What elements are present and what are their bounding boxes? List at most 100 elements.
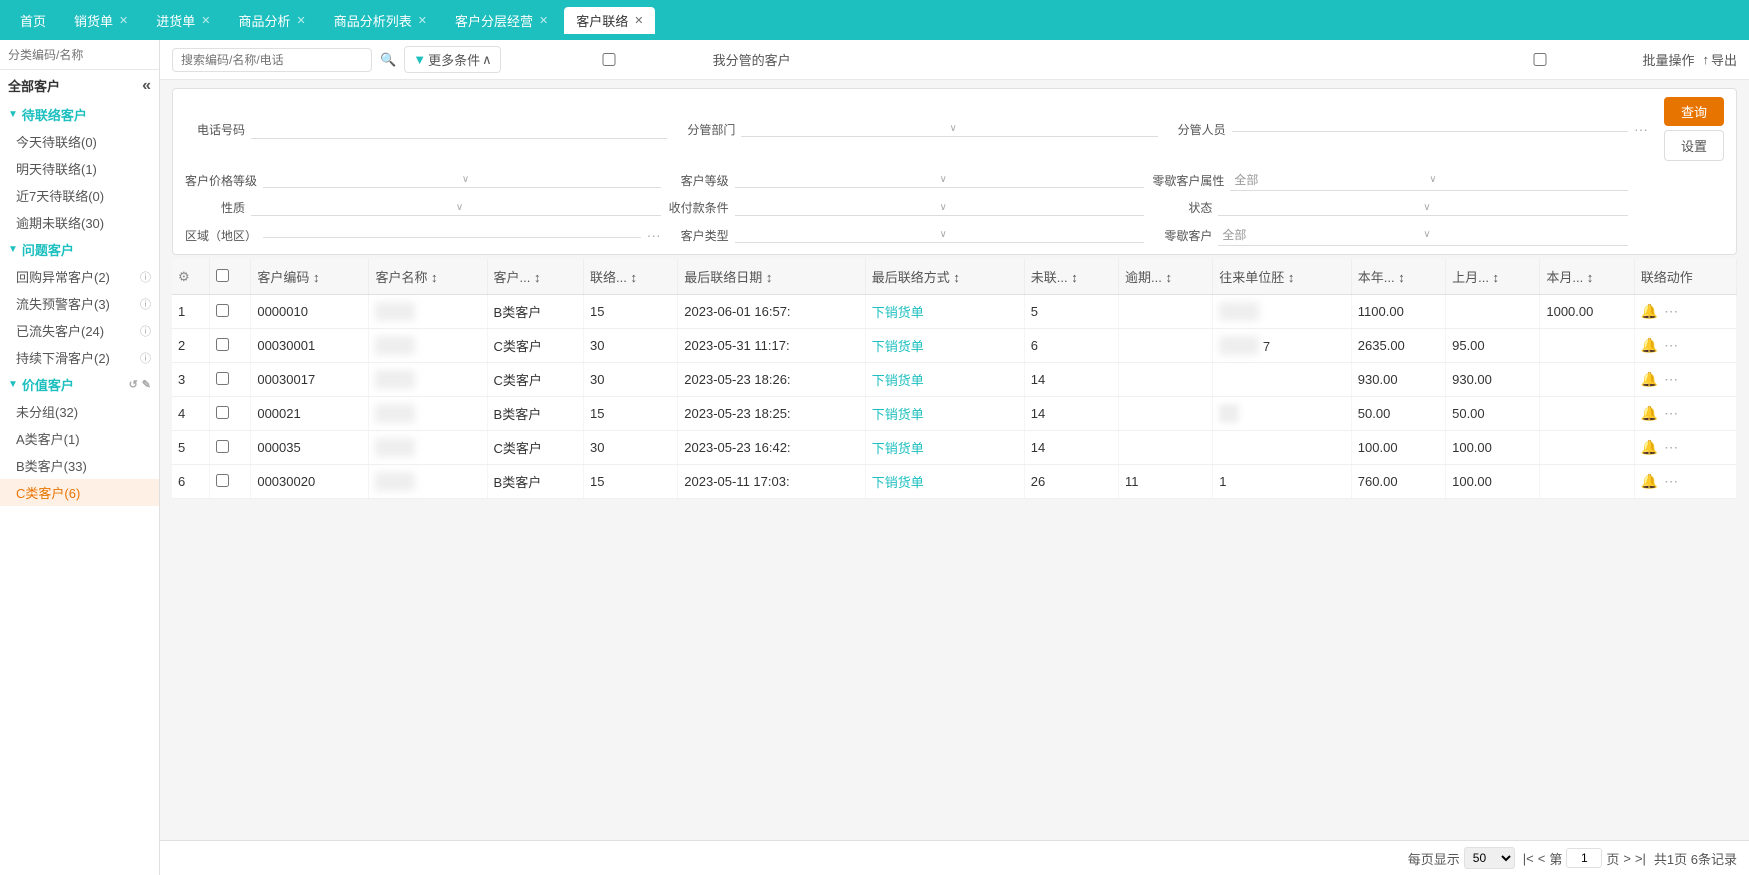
search-button[interactable]: 🔍 [380, 52, 396, 68]
contact-type-link[interactable]: 下销货单 [872, 441, 924, 456]
td-not-contact: 5 [1024, 295, 1118, 329]
sidebar-collapse-icon[interactable]: « [142, 77, 151, 95]
refresh-icon[interactable]: ↺ [129, 378, 138, 391]
nav-product-analysis-list[interactable]: 商品分析列表 ✕ [322, 7, 439, 34]
td-checkbox[interactable] [210, 295, 251, 329]
td-checkbox[interactable] [210, 397, 251, 431]
td-checkbox[interactable] [210, 363, 251, 397]
nav-close-product-analysis-list[interactable]: ✕ [418, 14, 427, 27]
sidebar-item-warning[interactable]: 流失预警客户(3) ⓘ [0, 290, 159, 317]
filter-retail-customer-label: 零歇客户 [1152, 227, 1212, 244]
contact-icon[interactable]: 🔔 [1641, 473, 1658, 490]
more-action-icon[interactable]: ⋯ [1664, 439, 1678, 456]
more-action-icon[interactable]: ⋯ [1664, 405, 1678, 422]
sidebar-item-c-class[interactable]: C类客户(6) [0, 479, 159, 506]
more-action-icon[interactable]: ⋯ [1664, 337, 1678, 354]
row-checkbox[interactable] [216, 338, 229, 351]
contact-icon[interactable]: 🔔 [1641, 337, 1658, 354]
export-button[interactable]: ↑ 导出 [1702, 50, 1737, 69]
first-page-button[interactable]: |< [1523, 851, 1534, 866]
sidebar-item-b-class[interactable]: B类客户(33) [0, 452, 159, 479]
filter-payment-select[interactable]: ∨ [735, 200, 1145, 216]
nav-close-product-analysis[interactable]: ✕ [297, 14, 306, 27]
contact-type-link[interactable]: 下销货单 [872, 305, 924, 320]
setting-button[interactable]: 设置 [1664, 130, 1724, 161]
sidebar-group-problem[interactable]: ▼ 问题客户 [0, 236, 159, 263]
nav-customer-contact[interactable]: 客户联络 ✕ [564, 7, 655, 34]
contact-type-link[interactable]: 下销货单 [872, 339, 924, 354]
contact-icon[interactable]: 🔔 [1641, 371, 1658, 388]
row-checkbox[interactable] [216, 406, 229, 419]
nav-customer-layered[interactable]: 客户分层经营 ✕ [443, 7, 560, 34]
sidebar-item-tomorrow[interactable]: 明天待联络(1) [0, 155, 159, 182]
filter-retail-customer-select[interactable]: 全部 ∨ [1218, 224, 1628, 246]
filter-customer-level-select[interactable]: ∨ [735, 172, 1145, 188]
batch-operation-button[interactable]: 批量操作 [1440, 50, 1694, 69]
query-button[interactable]: 查询 [1664, 97, 1724, 126]
more-action-icon[interactable]: ⋯ [1664, 303, 1678, 320]
prev-page-button[interactable]: < [1538, 851, 1546, 866]
td-checkbox[interactable] [210, 329, 251, 363]
sidebar-group-pending[interactable]: ▼ 待联络客户 [0, 101, 159, 128]
filter-manager-dots[interactable]: ··· [1634, 121, 1648, 137]
nav-close-customer-contact[interactable]: ✕ [634, 14, 643, 27]
filter-phone-input[interactable] [251, 120, 667, 139]
filter-price-level-select[interactable]: ∨ [263, 172, 661, 188]
contact-type-link[interactable]: 下销货单 [872, 407, 924, 422]
more-action-icon[interactable]: ⋯ [1664, 473, 1678, 490]
sidebar-item-7days[interactable]: 近7天待联络(0) [0, 182, 159, 209]
nav-close-sales[interactable]: ✕ [119, 14, 128, 27]
sidebar-item-overdue[interactable]: 逾期未联络(30) [0, 209, 159, 236]
th-settings[interactable]: ⚙ [172, 259, 210, 295]
sidebar-item-lost[interactable]: 已流失客户(24) ⓘ [0, 317, 159, 344]
nav-home[interactable]: 首页 [8, 7, 58, 34]
row-checkbox[interactable] [216, 304, 229, 317]
table-row: 4 000021 名称 B类客户 15 2023-05-23 18:25: 下销… [172, 397, 1737, 431]
sidebar-group-value[interactable]: ▼ 价值客户 ↺ ✎ [0, 371, 159, 398]
sidebar-item-declining[interactable]: 持续下滑客户(2) ⓘ [0, 344, 159, 371]
contact-icon[interactable]: 🔔 [1641, 439, 1658, 456]
nav-close-customer-layered[interactable]: ✕ [539, 14, 548, 27]
filter-manager-input[interactable] [1232, 127, 1628, 132]
row-checkbox[interactable] [216, 372, 229, 385]
contact-icon[interactable]: 🔔 [1641, 405, 1658, 422]
contact-type-link[interactable]: 下销货单 [872, 373, 924, 388]
filter-status-select[interactable]: ∨ [1218, 200, 1628, 216]
sidebar-search-input[interactable] [8, 48, 160, 62]
search-input[interactable] [172, 48, 372, 72]
filter-dept-select[interactable]: ∨ [741, 121, 1157, 137]
next-page-button[interactable]: > [1623, 851, 1631, 866]
row-checkbox[interactable] [216, 474, 229, 487]
select-all-checkbox[interactable] [216, 269, 229, 282]
sidebar-item-today[interactable]: 今天待联络(0) [0, 128, 159, 155]
filter-region-dots[interactable]: ··· [647, 227, 661, 243]
filter-region-input[interactable] [263, 233, 641, 238]
nav-close-purchase[interactable]: ✕ [201, 14, 210, 27]
nav-sales[interactable]: 销货单 ✕ [62, 7, 140, 34]
contact-type-link[interactable]: 下销货单 [872, 475, 924, 490]
per-page-select[interactable]: 50 100 200 [1464, 847, 1515, 869]
sidebar-item-a-class[interactable]: A类客户(1) [0, 425, 159, 452]
td-checkbox[interactable] [210, 431, 251, 465]
more-action-icon[interactable]: ⋯ [1664, 371, 1678, 388]
filter-retail-attr-select[interactable]: 全部 ∨ [1230, 169, 1628, 191]
filter-nature-select[interactable]: ∨ [251, 200, 661, 216]
contact-icon[interactable]: 🔔 [1641, 303, 1658, 320]
edit-icon[interactable]: ✎ [142, 378, 151, 391]
my-customers-checkbox[interactable]: 我分管的客户 [509, 50, 791, 69]
td-name: 名称 [369, 363, 487, 397]
last-page-button[interactable]: >| [1635, 851, 1646, 866]
sidebar-item-abnormal[interactable]: 回购异常客户(2) ⓘ [0, 263, 159, 290]
more-conditions-button[interactable]: ▼ 更多条件 ∧ [404, 46, 500, 73]
my-customers-check[interactable] [509, 53, 709, 66]
row-checkbox[interactable] [216, 440, 229, 453]
current-page-input[interactable] [1566, 848, 1602, 868]
sidebar-item-ungroup[interactable]: 未分组(32) [0, 398, 159, 425]
th-checkbox[interactable] [210, 259, 251, 295]
batch-check[interactable] [1440, 53, 1640, 66]
td-checkbox[interactable] [210, 465, 251, 499]
sidebar-all-customers[interactable]: 全部客户 « [0, 70, 159, 101]
nav-product-analysis[interactable]: 商品分析 ✕ [226, 7, 317, 34]
filter-customer-type-select[interactable]: ∨ [735, 227, 1145, 243]
nav-purchase[interactable]: 进货单 ✕ [144, 7, 222, 34]
